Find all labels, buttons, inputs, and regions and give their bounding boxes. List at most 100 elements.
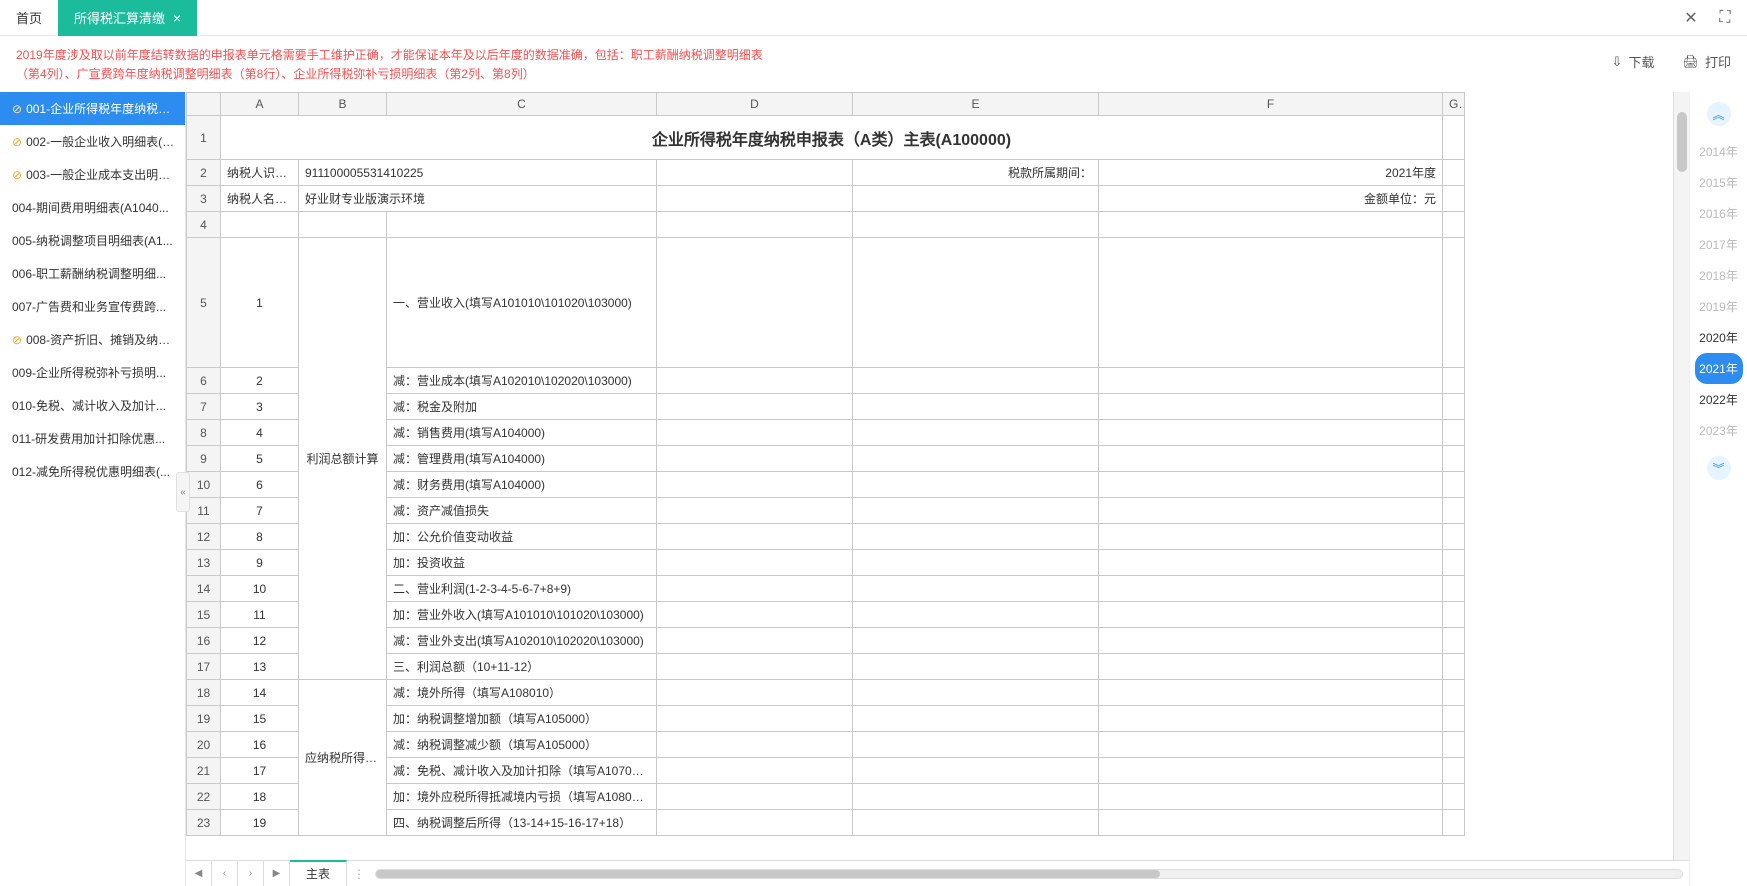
line-number[interactable]: 8: [221, 524, 299, 550]
profit-cell[interactable]: [853, 784, 1099, 810]
line-number[interactable]: 4: [221, 420, 299, 446]
taxpayer-id-label[interactable]: 纳税人识别号：: [221, 160, 299, 186]
cell[interactable]: [1443, 732, 1465, 758]
sidebar-item[interactable]: 006-职工薪酬纳税调整明细...: [0, 257, 185, 290]
cell[interactable]: [1443, 368, 1465, 394]
horizontal-scrollbar[interactable]: ⋮: [347, 867, 1689, 881]
download-button[interactable]: ⇩ 下载: [1612, 52, 1655, 71]
cell[interactable]: [1443, 680, 1465, 706]
diff-cell[interactable]: [1099, 602, 1443, 628]
year-option[interactable]: 2021年: [1695, 353, 1743, 384]
diff-cell[interactable]: [1099, 784, 1443, 810]
profit-cell[interactable]: [853, 394, 1099, 420]
profit-cell[interactable]: [853, 576, 1099, 602]
line-number[interactable]: 9: [221, 550, 299, 576]
cell[interactable]: [1443, 576, 1465, 602]
line-number[interactable]: 13: [221, 654, 299, 680]
item-cell[interactable]: 减：销售费用(填写A104000): [387, 420, 657, 446]
row-number[interactable]: 5: [187, 238, 221, 368]
item-cell[interactable]: 加：纳税调整增加额（填写A105000）: [387, 706, 657, 732]
diff-cell[interactable]: [1099, 758, 1443, 784]
fullscreen-icon[interactable]: ⛶: [1715, 8, 1735, 28]
amount-cell[interactable]: [657, 394, 853, 420]
amount-cell[interactable]: [657, 628, 853, 654]
cell[interactable]: [1443, 116, 1465, 160]
hdr-amount[interactable]: 金 额: [657, 212, 853, 238]
amount-cell[interactable]: [657, 238, 853, 368]
profit-cell[interactable]: [853, 810, 1099, 836]
category-cell[interactable]: 应纳税所得额计算: [299, 680, 387, 836]
col-header[interactable]: F: [1099, 93, 1443, 116]
profit-cell[interactable]: [853, 550, 1099, 576]
item-cell[interactable]: 一、营业收入(填写A101010\101020\103000): [387, 238, 657, 368]
item-cell[interactable]: 二、营业利润(1-2-3-4-5-6-7+8+9): [387, 576, 657, 602]
diff-cell[interactable]: [1099, 550, 1443, 576]
profit-cell[interactable]: [853, 420, 1099, 446]
vertical-scrollbar[interactable]: [1673, 92, 1689, 860]
diff-cell[interactable]: [1099, 628, 1443, 654]
col-header[interactable]: B: [299, 93, 387, 116]
hscroll-thumb[interactable]: [376, 870, 1160, 878]
cell[interactable]: [1443, 784, 1465, 810]
row-number[interactable]: 11: [187, 498, 221, 524]
col-header[interactable]: A: [221, 93, 299, 116]
tab-home[interactable]: 首页: [0, 0, 58, 36]
row-number[interactable]: 14: [187, 576, 221, 602]
profit-cell[interactable]: [853, 472, 1099, 498]
cell[interactable]: [1443, 524, 1465, 550]
row-number[interactable]: 10: [187, 472, 221, 498]
cell[interactable]: [1443, 212, 1465, 238]
sidebar-item[interactable]: ⊘002-一般企业收入明细表(A1...: [0, 125, 185, 158]
item-cell[interactable]: 减：免税、减计收入及加计扣除（填写A107010）: [387, 758, 657, 784]
item-cell[interactable]: 减：税金及附加: [387, 394, 657, 420]
profit-cell[interactable]: [853, 602, 1099, 628]
unit-label[interactable]: 金额单位：元: [1099, 186, 1443, 212]
line-number[interactable]: 2: [221, 368, 299, 394]
cell[interactable]: [1443, 160, 1465, 186]
amount-cell[interactable]: [657, 680, 853, 706]
line-number[interactable]: 7: [221, 498, 299, 524]
cell[interactable]: [1443, 238, 1465, 368]
row-number[interactable]: 19: [187, 706, 221, 732]
item-cell[interactable]: 四、纳税调整后所得（13-14+15-16-17+18）: [387, 810, 657, 836]
hscroll-track[interactable]: [375, 869, 1683, 879]
amount-cell[interactable]: [657, 524, 853, 550]
line-number[interactable]: 17: [221, 758, 299, 784]
row-number[interactable]: 22: [187, 784, 221, 810]
period-label[interactable]: 税款所属期间：: [853, 160, 1099, 186]
tab-active[interactable]: 所得税汇算清缴 ×: [58, 0, 197, 36]
item-cell[interactable]: 加：公允价值变动收益: [387, 524, 657, 550]
row-number[interactable]: 8: [187, 420, 221, 446]
sidebar-item[interactable]: 010-免税、减计收入及加计...: [0, 389, 185, 422]
row-number[interactable]: 20: [187, 732, 221, 758]
diff-cell[interactable]: [1099, 498, 1443, 524]
profit-cell[interactable]: [853, 446, 1099, 472]
diff-cell[interactable]: [1099, 472, 1443, 498]
row-number[interactable]: 2: [187, 160, 221, 186]
hdr-profit[interactable]: 利润表金额: [853, 212, 1099, 238]
profit-cell[interactable]: [853, 238, 1099, 368]
print-button[interactable]: 🖨 打印: [1682, 52, 1731, 71]
window-close-icon[interactable]: ✕: [1681, 8, 1701, 28]
col-header[interactable]: C: [387, 93, 657, 116]
line-number[interactable]: 10: [221, 576, 299, 602]
amount-cell[interactable]: [657, 368, 853, 394]
cell[interactable]: [1443, 550, 1465, 576]
line-number[interactable]: 3: [221, 394, 299, 420]
category-cell[interactable]: 利润总额计算: [299, 238, 387, 680]
row-number[interactable]: 18: [187, 680, 221, 706]
cell[interactable]: [1443, 472, 1465, 498]
line-number[interactable]: 18: [221, 784, 299, 810]
profit-cell[interactable]: [853, 680, 1099, 706]
diff-cell[interactable]: [1099, 706, 1443, 732]
amount-cell[interactable]: [657, 446, 853, 472]
hdr-category[interactable]: 类别: [299, 212, 387, 238]
col-header[interactable]: D: [657, 93, 853, 116]
sidebar-item[interactable]: 012-减免所得税优惠明细表(...: [0, 455, 185, 488]
cell[interactable]: [1443, 498, 1465, 524]
cell[interactable]: [1443, 446, 1465, 472]
line-number[interactable]: 6: [221, 472, 299, 498]
profit-cell[interactable]: [853, 732, 1099, 758]
sheet-tab-main[interactable]: 主表: [290, 860, 347, 886]
diff-cell[interactable]: [1099, 524, 1443, 550]
